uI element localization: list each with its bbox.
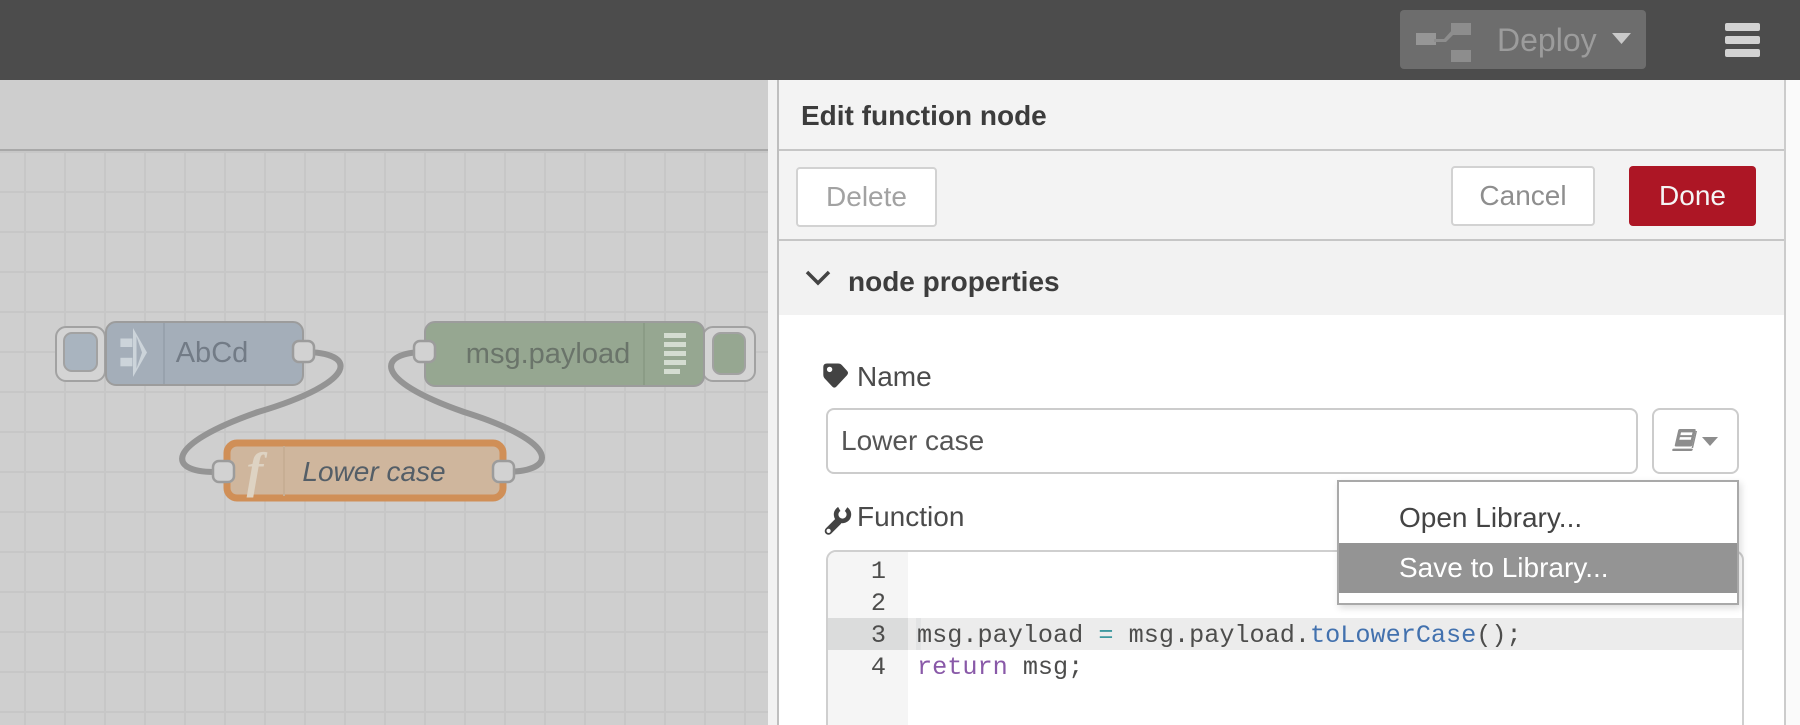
svg-text:AbCd: AbCd: [176, 337, 249, 369]
svg-text:Lower case: Lower case: [302, 456, 445, 487]
svg-text:msg.payload: msg.payload: [466, 338, 630, 370]
svg-text:Deploy: Deploy: [1497, 22, 1597, 58]
